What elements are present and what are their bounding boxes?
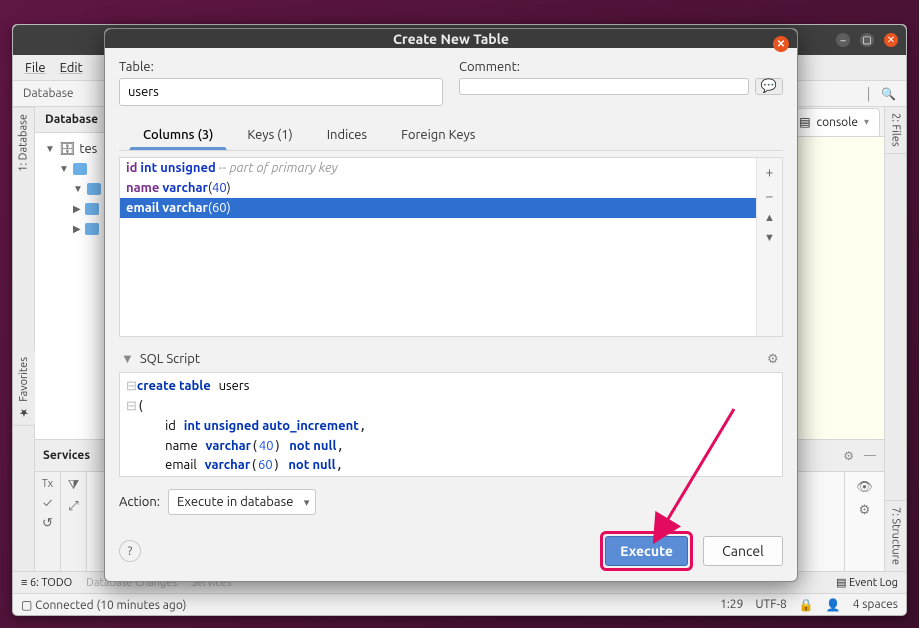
services-title: Services [43,449,90,462]
database-panel-title: Database [45,113,98,126]
toolbar-divider-icon: │ [866,87,874,101]
eye-icon[interactable]: 👁 [856,480,873,495]
column-row[interactable]: id int unsigned -- part of primary key [120,158,756,178]
expand-icon[interactable]: ⤢ [68,499,78,514]
move-down-button[interactable]: ▼ [764,232,775,244]
lock-icon[interactable]: 🔒 [799,598,814,612]
rollback-icon[interactable]: ↺ [42,516,53,531]
execute-highlight: Execute [600,531,693,571]
left-tab-database[interactable]: 1: Database [13,107,34,178]
services-toolbar2: ⧩ ⤢ [61,472,87,571]
action-select[interactable]: Execute in database [168,489,316,515]
collapse-icon[interactable]: ▼ [121,351,134,366]
cancel-button[interactable]: Cancel [703,536,783,566]
window-maximize-icon[interactable]: ▢ [860,33,874,47]
tab-console[interactable]: ▤ console ▾ [788,108,880,136]
table-name-label: Table: [119,60,443,74]
create-table-dialog: Create New Table ✕ Table: Comment: 💬 Col… [104,28,798,582]
status-bar: ▢ Connected (10 minutes ago) 1:29 UTF-8 … [13,593,906,615]
breadcrumb-root[interactable]: Database [23,87,74,100]
dialog-tabs: Columns (3) Keys (1) Indices Foreign Key… [119,120,783,151]
tab-foreign-keys[interactable]: Foreign Keys [387,120,489,150]
table-name-input[interactable] [119,78,443,106]
execute-button[interactable]: Execute [605,536,688,566]
tx-label: Tx [42,478,54,490]
column-row[interactable]: email varchar(60) [120,198,756,218]
search-icon[interactable]: 🔍 [881,87,896,101]
window-minimize-icon[interactable]: – [836,33,850,47]
action-label: Action: [119,495,160,509]
window-close-icon[interactable]: ✕ [884,33,898,47]
services-toolbar: Tx ✓ ↺ [35,472,61,571]
dropdown-icon[interactable]: ▾ [864,116,869,128]
comment-label: Comment: [459,60,783,74]
menu-file[interactable]: File [25,61,46,75]
comment-input[interactable] [459,78,749,95]
left-tab-favorites[interactable]: ★ Favorites [13,351,35,426]
gear-icon[interactable]: ⚙ [843,449,854,463]
sql-preview[interactable]: ⊟create table users ⊟( id int unsigned a… [119,372,783,477]
commit-icon[interactable]: ✓ [43,496,52,510]
tab-columns[interactable]: Columns (3) [129,120,227,150]
close-icon[interactable]: ✕ [773,36,789,52]
console-icon: ▤ [799,115,810,129]
bottom-tab-eventlog[interactable]: ▤ Event Log [836,576,898,589]
move-up-button[interactable]: ▲ [764,212,775,224]
columns-list[interactable]: id int unsigned -- part of primary keyna… [120,158,756,336]
menu-edit[interactable]: Edit [60,61,83,75]
right-tab-files[interactable]: 2: Files [885,107,906,154]
dialog-titlebar: Create New Table ✕ [105,29,797,48]
right-tool-strip: 2: Files 7: Structure [884,107,906,571]
tab-indices[interactable]: Indices [313,120,381,150]
dialog-title: Create New Table [393,31,509,47]
columns-side-toolbar: + − ▲ ▼ [756,158,782,336]
bottom-tab-todo[interactable]: ≡ 6: TODO [21,577,72,589]
tab-keys[interactable]: Keys (1) [233,120,306,150]
status-caret-pos: 1:29 [720,598,743,611]
sql-script-title: SQL Script [140,352,200,366]
inspector-icon[interactable]: 👤 [826,598,841,612]
minimize-panel-icon[interactable]: — [864,449,876,462]
status-indent[interactable]: 4 spaces [853,598,898,611]
help-button[interactable]: ? [119,540,141,562]
script-gear-icon[interactable]: ⚙ [767,352,781,366]
settings-icon[interactable]: ⚙ [859,503,871,518]
add-column-button[interactable]: + [766,164,774,180]
filter-icon[interactable]: ⧩ [68,478,80,493]
remove-column-button[interactable]: − [766,188,774,204]
status-encoding[interactable]: UTF-8 [755,598,786,611]
column-row[interactable]: name varchar(40) [120,178,756,198]
left-tool-strip: 1: Database [13,107,35,571]
right-tab-structure[interactable]: 7: Structure [885,500,906,571]
comment-presets-button[interactable]: 💬 [755,78,783,95]
status-connected: Connected (10 minutes ago) [35,599,186,612]
